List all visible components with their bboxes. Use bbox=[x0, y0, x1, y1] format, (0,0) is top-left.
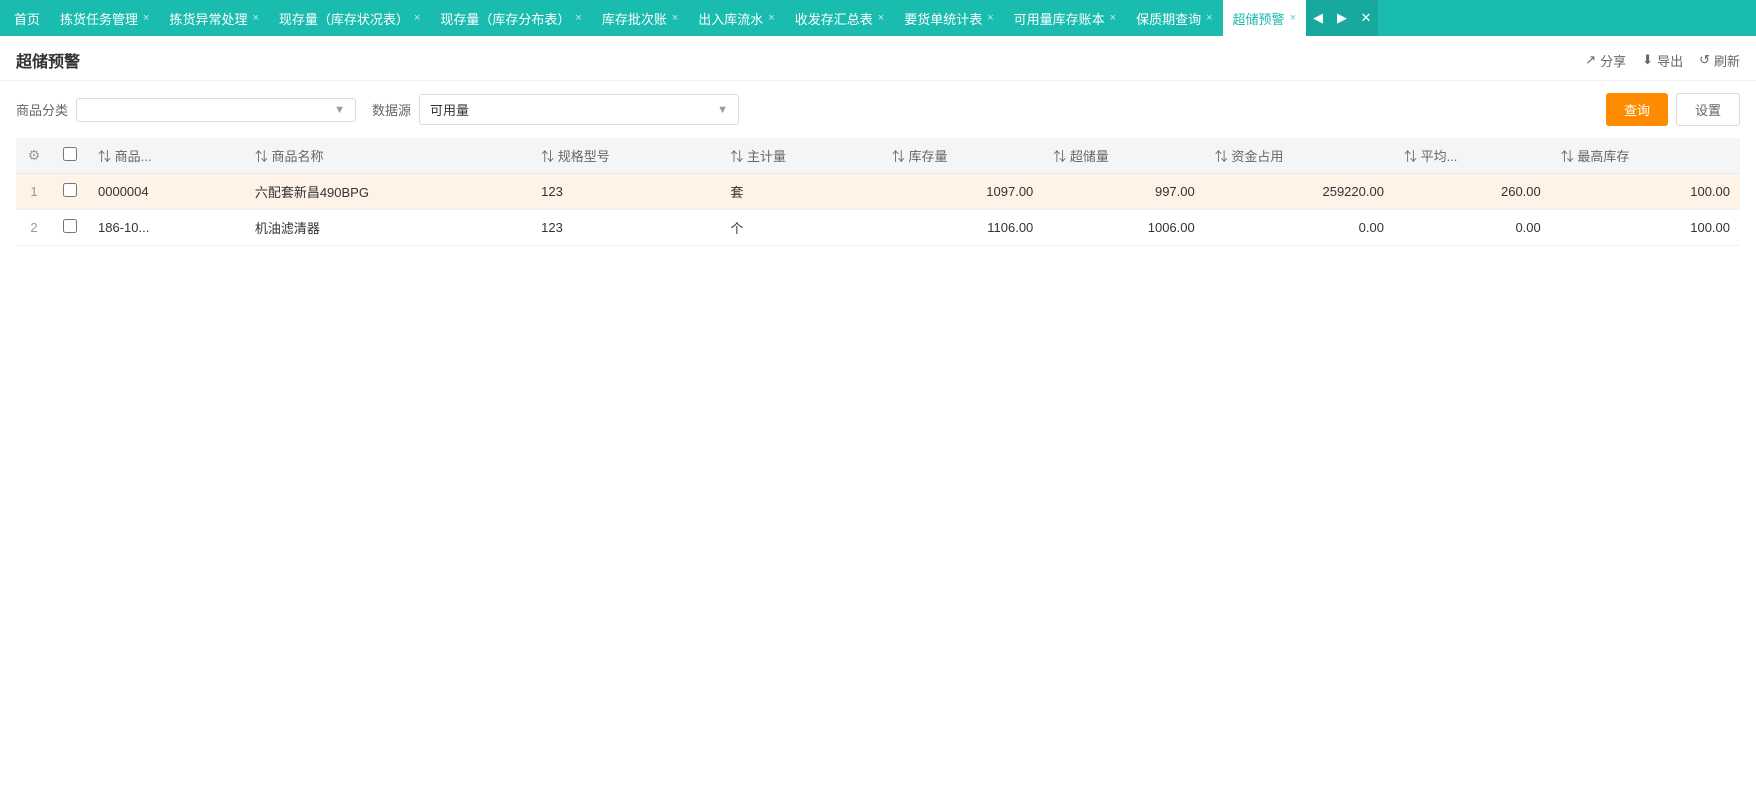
datasource-filter: 数据源 可用量 ▼ bbox=[372, 94, 739, 125]
export-icon: ⬇ bbox=[1642, 52, 1653, 68]
nav-item-expiry[interactable]: 保质期查询 × bbox=[1126, 0, 1222, 36]
max-stock-cell: 100.00 bbox=[1551, 210, 1740, 246]
row-checkbox-cell[interactable] bbox=[52, 174, 88, 210]
close-icon[interactable]: × bbox=[143, 12, 149, 24]
col-stock[interactable]: ⇅ 库存量 bbox=[882, 138, 1043, 174]
filter-bar: 商品分类 ▼ 数据源 可用量 ▼ 查询 设置 bbox=[0, 81, 1756, 138]
checkbox-header[interactable] bbox=[52, 138, 88, 174]
capital-cell: 0.00 bbox=[1205, 210, 1394, 246]
close-icon[interactable]: × bbox=[575, 12, 581, 24]
nav-item-stock-dist[interactable]: 现存量（库存分布表） × bbox=[430, 0, 591, 36]
spec-cell: 123 bbox=[531, 174, 720, 210]
overstock-table: ⚙ ⇅ 商品... ⇅ 商品名称 ⇅ 规格型号 ⇅ 主计量 bbox=[16, 138, 1740, 246]
table-header-row: ⚙ ⇅ 商品... ⇅ 商品名称 ⇅ 规格型号 ⇅ 主计量 bbox=[16, 138, 1740, 174]
refresh-button[interactable]: ↺ 刷新 bbox=[1699, 51, 1740, 70]
close-icon[interactable]: × bbox=[252, 12, 258, 24]
col-spec[interactable]: ⇅ 规格型号 bbox=[531, 138, 720, 174]
nav-item-stock-status[interactable]: 现存量（库存状况表） × bbox=[269, 0, 430, 36]
datasource-select[interactable]: 可用量 ▼ bbox=[419, 94, 739, 125]
top-navigation: 首页 拣货任务管理 × 拣货异常处理 × 现存量（库存状况表） × 现存量（库存… bbox=[0, 0, 1756, 36]
nav-arrow-left[interactable]: ◀ bbox=[1306, 0, 1330, 36]
nav-item-home[interactable]: 首页 bbox=[4, 0, 50, 36]
nav-item-overstock[interactable]: 超储预警 × bbox=[1223, 0, 1306, 36]
overstock-cell: 1006.00 bbox=[1043, 210, 1204, 246]
gear-icon[interactable]: ⚙ bbox=[28, 147, 41, 163]
product-name-cell: 机油滤清器 bbox=[245, 210, 531, 246]
spec-cell: 123 bbox=[531, 210, 720, 246]
col-product-code[interactable]: ⇅ 商品... bbox=[88, 138, 245, 174]
chevron-down-icon: ▼ bbox=[334, 104, 345, 116]
chevron-down-icon: ▼ bbox=[717, 104, 728, 116]
close-icon[interactable]: × bbox=[672, 12, 678, 24]
filter-actions: 查询 设置 bbox=[1606, 93, 1740, 126]
avg-cell: 260.00 bbox=[1394, 174, 1551, 210]
stock-cell: 1097.00 bbox=[882, 174, 1043, 210]
nav-item-batch[interactable]: 库存批次账 × bbox=[592, 0, 688, 36]
avg-cell: 0.00 bbox=[1394, 210, 1551, 246]
overstock-cell: 997.00 bbox=[1043, 174, 1204, 210]
query-button[interactable]: 查询 bbox=[1606, 93, 1668, 126]
product-name-cell: 六配套新昌490BPG bbox=[245, 174, 531, 210]
datasource-label: 数据源 bbox=[372, 100, 411, 119]
select-all-checkbox[interactable] bbox=[63, 147, 77, 161]
close-icon[interactable]: × bbox=[1206, 12, 1212, 24]
col-unit[interactable]: ⇅ 主计量 bbox=[720, 138, 881, 174]
close-icon[interactable]: × bbox=[878, 12, 884, 24]
page-title: 超储预警 bbox=[16, 48, 80, 72]
row-checkbox[interactable] bbox=[63, 219, 77, 233]
max-stock-cell: 100.00 bbox=[1551, 174, 1740, 210]
col-capital[interactable]: ⇅ 资金占用 bbox=[1205, 138, 1394, 174]
table-row: 1 0000004 六配套新昌490BPG 123 套 1097.00 997.… bbox=[16, 174, 1740, 210]
product-code-cell: 0000004 bbox=[88, 174, 245, 210]
close-icon[interactable]: × bbox=[1290, 12, 1296, 24]
capital-cell: 259220.00 bbox=[1205, 174, 1394, 210]
category-label: 商品分类 bbox=[16, 100, 68, 119]
row-index: 1 bbox=[16, 174, 52, 210]
nav-item-inout-flow[interactable]: 出入库流水 × bbox=[688, 0, 784, 36]
nav-close-all[interactable]: ✕ bbox=[1354, 0, 1378, 36]
row-checkbox-cell[interactable] bbox=[52, 210, 88, 246]
product-code-cell: 186-10... bbox=[88, 210, 245, 246]
nav-item-summary[interactable]: 收发存汇总表 × bbox=[785, 0, 894, 36]
table-row: 2 186-10... 机油滤清器 123 个 1106.00 1006.00 … bbox=[16, 210, 1740, 246]
close-icon[interactable]: × bbox=[414, 12, 420, 24]
gear-header: ⚙ bbox=[16, 138, 52, 174]
row-index: 2 bbox=[16, 210, 52, 246]
col-avg[interactable]: ⇅ 平均... bbox=[1394, 138, 1551, 174]
settings-button[interactable]: 设置 bbox=[1676, 93, 1740, 126]
close-icon[interactable]: × bbox=[987, 12, 993, 24]
nav-item-exception[interactable]: 拣货异常处理 × bbox=[159, 0, 268, 36]
col-max-stock[interactable]: ⇅ 最高库存 bbox=[1551, 138, 1740, 174]
header-actions: ↗ 分享 ⬇ 导出 ↺ 刷新 bbox=[1585, 51, 1740, 70]
row-checkbox[interactable] bbox=[63, 183, 77, 197]
category-filter: 商品分类 ▼ bbox=[16, 98, 356, 122]
share-icon: ↗ bbox=[1585, 52, 1596, 68]
unit-cell: 个 bbox=[720, 210, 881, 246]
nav-item-available[interactable]: 可用量库存账本 × bbox=[1004, 0, 1126, 36]
col-overstock[interactable]: ⇅ 超储量 bbox=[1043, 138, 1204, 174]
export-button[interactable]: ⬇ 导出 bbox=[1642, 51, 1683, 70]
col-product-name[interactable]: ⇅ 商品名称 bbox=[245, 138, 531, 174]
stock-cell: 1106.00 bbox=[882, 210, 1043, 246]
nav-arrow-right[interactable]: ▶ bbox=[1330, 0, 1354, 36]
nav-item-task[interactable]: 拣货任务管理 × bbox=[50, 0, 159, 36]
category-select[interactable]: ▼ bbox=[76, 98, 356, 122]
table-container: ⚙ ⇅ 商品... ⇅ 商品名称 ⇅ 规格型号 ⇅ 主计量 bbox=[0, 138, 1756, 246]
close-icon[interactable]: × bbox=[1110, 12, 1116, 24]
main-content: 超储预警 ↗ 分享 ⬇ 导出 ↺ 刷新 商品分类 ▼ 数据源 bbox=[0, 36, 1756, 800]
close-icon[interactable]: × bbox=[768, 12, 774, 24]
page-header: 超储预警 ↗ 分享 ⬇ 导出 ↺ 刷新 bbox=[0, 36, 1756, 81]
nav-item-order-stat[interactable]: 要货单统计表 × bbox=[894, 0, 1003, 36]
unit-cell: 套 bbox=[720, 174, 881, 210]
refresh-icon: ↺ bbox=[1699, 52, 1710, 68]
share-button[interactable]: ↗ 分享 bbox=[1585, 51, 1626, 70]
